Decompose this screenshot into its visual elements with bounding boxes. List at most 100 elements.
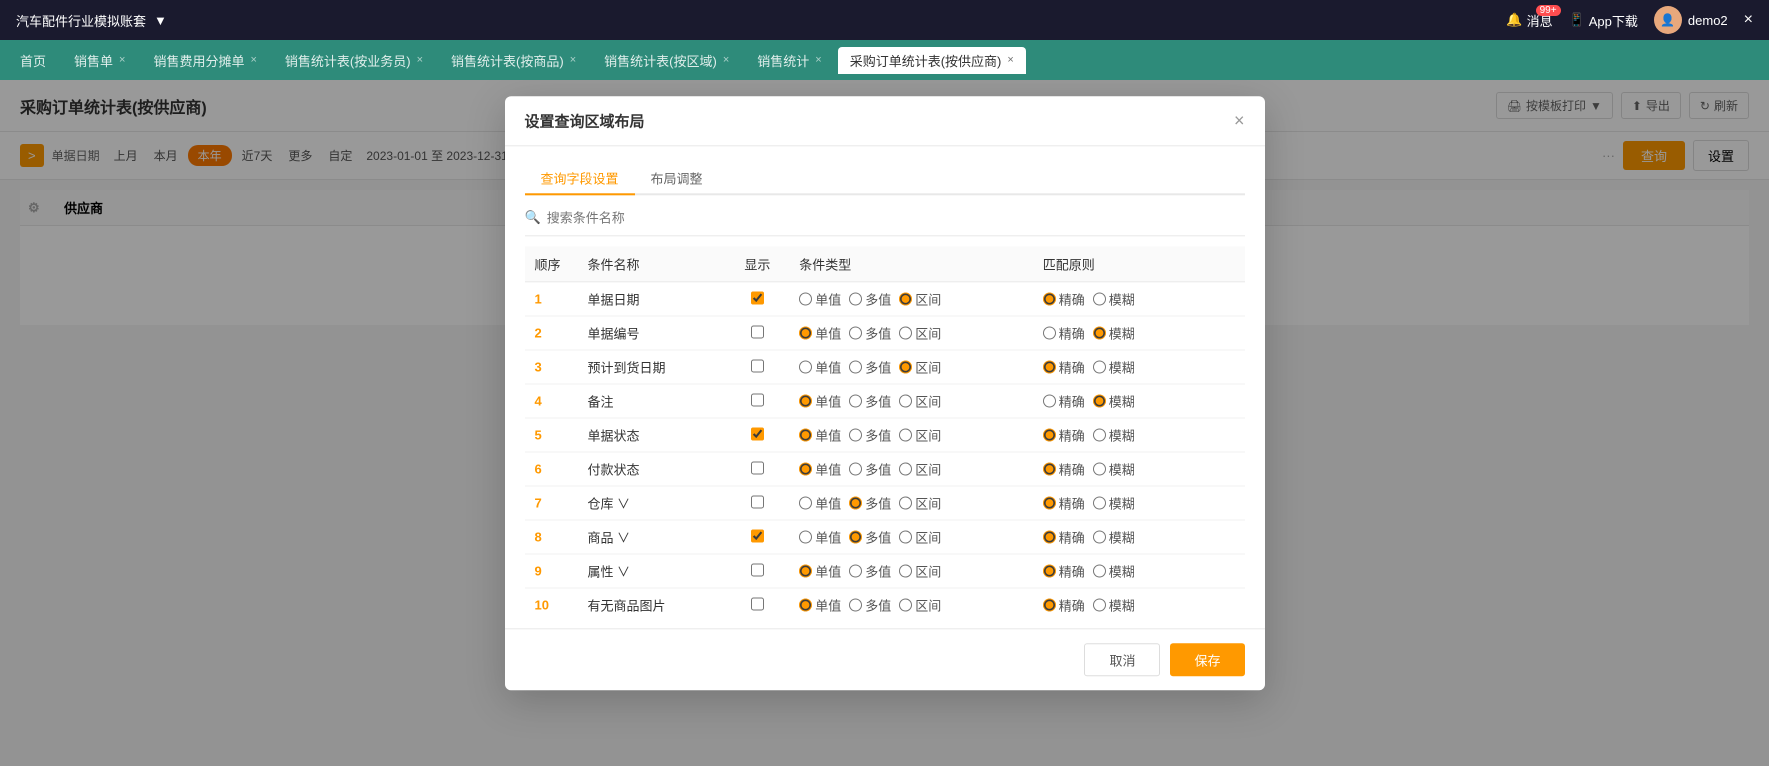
tab-purchase-order-stats[interactable]: 采购订单统计表(按供应商) ×: [838, 47, 1026, 74]
row-condition-name: 单据日期: [577, 282, 725, 316]
tab-close-4[interactable]: ×: [570, 54, 576, 66]
row-type-type_multi[interactable]: 多值: [849, 595, 891, 612]
notification-area[interactable]: 🔔 消息 99+: [1506, 11, 1552, 30]
tab-sales-order-close[interactable]: ×: [119, 54, 125, 66]
notification-badge-count: 99+: [1536, 5, 1561, 16]
row-type-type_single[interactable]: 单值: [799, 561, 841, 580]
row-type-type_single[interactable]: 单值: [799, 459, 841, 478]
row-show-checkbox[interactable]: [751, 495, 764, 508]
row-type-type_single[interactable]: 单值: [799, 493, 841, 512]
row-type-type_single[interactable]: 单值: [799, 323, 841, 342]
row-show-checkbox[interactable]: [751, 393, 764, 406]
row-match-match_exact[interactable]: 精确: [1043, 595, 1085, 612]
row-show-checkbox[interactable]: [751, 291, 764, 304]
tab-sales-stats-staff[interactable]: 销售统计表(按业务员) ×: [273, 47, 435, 74]
tab-home-label: 首页: [20, 51, 46, 70]
row-match-match_exact[interactable]: 精确: [1043, 391, 1085, 410]
tab-query-fields[interactable]: 查询字段设置: [525, 162, 635, 195]
row-type-type_multi[interactable]: 多值: [849, 357, 891, 376]
row-match-match_fuzzy[interactable]: 模糊: [1093, 493, 1135, 512]
row-type-type_range[interactable]: 区间: [899, 595, 941, 612]
row-type-type_multi[interactable]: 多值: [849, 527, 891, 546]
row-match-match_exact[interactable]: 精确: [1043, 493, 1085, 512]
row-match-match_fuzzy[interactable]: 模糊: [1093, 595, 1135, 612]
row-match-match_fuzzy[interactable]: 模糊: [1093, 391, 1135, 410]
row-type-type_range[interactable]: 区间: [899, 391, 941, 410]
row-show-checkbox[interactable]: [751, 563, 764, 576]
row-show-checkbox[interactable]: [751, 461, 764, 474]
row-match-match_exact[interactable]: 精确: [1043, 289, 1085, 308]
row-type-type_multi[interactable]: 多值: [849, 561, 891, 580]
row-type-type_range[interactable]: 区间: [899, 459, 941, 478]
tab-sales-order[interactable]: 销售单 ×: [62, 47, 137, 74]
row-show-checkbox[interactable]: [751, 325, 764, 338]
row-match-match_exact[interactable]: 精确: [1043, 561, 1085, 580]
download-icon: 📱: [1569, 12, 1585, 28]
row-match-match_fuzzy[interactable]: 模糊: [1093, 527, 1135, 546]
row-show-checkbox[interactable]: [751, 427, 764, 440]
row-show-checkbox[interactable]: [751, 597, 764, 610]
row-match-match_fuzzy[interactable]: 模糊: [1093, 425, 1135, 444]
row-type-type_multi[interactable]: 多值: [849, 493, 891, 512]
user-name: demo2: [1688, 13, 1728, 28]
row-type-type_single[interactable]: 单值: [799, 527, 841, 546]
app-dropdown-icon[interactable]: ▼: [154, 13, 167, 28]
app-download[interactable]: 📱 App下载: [1569, 11, 1638, 30]
tab-sales-expense-close[interactable]: ×: [250, 54, 256, 66]
modal-search-icon: 🔍: [525, 209, 541, 225]
row-match-match_fuzzy[interactable]: 模糊: [1093, 323, 1135, 342]
tab-sales-stats-product[interactable]: 销售统计表(按商品) ×: [439, 47, 588, 74]
row-type-type_range[interactable]: 区间: [899, 425, 941, 444]
tab-sales-stats[interactable]: 销售统计 ×: [745, 47, 833, 74]
tab-sales-stats-region[interactable]: 销售统计表(按区域) ×: [592, 47, 741, 74]
row-type-type_single[interactable]: 单值: [799, 595, 841, 612]
user-area[interactable]: 👤 demo2: [1654, 6, 1728, 34]
row-match-match_exact[interactable]: 精确: [1043, 323, 1085, 342]
row-type-type_range[interactable]: 区间: [899, 323, 941, 342]
modal-close-button[interactable]: ×: [1234, 110, 1245, 131]
row-match-match_exact[interactable]: 精确: [1043, 459, 1085, 478]
row-type-type_multi[interactable]: 多值: [849, 459, 891, 478]
row-match-match_exact[interactable]: 精确: [1043, 425, 1085, 444]
tab-close-7[interactable]: ×: [1007, 54, 1013, 66]
row-type-type_range[interactable]: 区间: [899, 561, 941, 580]
row-num: 5: [525, 418, 578, 452]
tab-layout-adjust[interactable]: 布局调整: [635, 162, 719, 195]
modal-search-input[interactable]: [547, 210, 1245, 225]
row-show-checkbox-cell: [726, 554, 790, 588]
row-match-cell: 精确模糊: [1033, 350, 1245, 384]
close-icon[interactable]: ×: [1744, 11, 1753, 29]
row-type-type_single[interactable]: 单值: [799, 289, 841, 308]
row-show-checkbox[interactable]: [751, 529, 764, 542]
row-match-match_exact[interactable]: 精确: [1043, 357, 1085, 376]
tab-close-5[interactable]: ×: [723, 54, 729, 66]
row-match-match_fuzzy[interactable]: 模糊: [1093, 561, 1135, 580]
row-match-match_exact[interactable]: 精确: [1043, 527, 1085, 546]
save-button[interactable]: 保存: [1170, 643, 1244, 676]
top-navbar-right: 🔔 消息 99+ 📱 App下载 👤 demo2 ×: [1506, 6, 1753, 34]
row-type-type_multi[interactable]: 多值: [849, 391, 891, 410]
row-type-type_range[interactable]: 区间: [899, 289, 941, 308]
row-show-checkbox[interactable]: [751, 359, 764, 372]
row-condition-name: 备注: [577, 384, 725, 418]
row-type-type_multi[interactable]: 多值: [849, 323, 891, 342]
row-type-type_range[interactable]: 区间: [899, 493, 941, 512]
row-match-match_fuzzy[interactable]: 模糊: [1093, 289, 1135, 308]
row-match-match_fuzzy[interactable]: 模糊: [1093, 459, 1135, 478]
cancel-button[interactable]: 取消: [1084, 643, 1160, 676]
tab-close-3[interactable]: ×: [417, 54, 423, 66]
row-match-match_fuzzy[interactable]: 模糊: [1093, 357, 1135, 376]
row-type-type_single[interactable]: 单值: [799, 357, 841, 376]
row-type-type_range[interactable]: 区间: [899, 357, 941, 376]
tab-close-6[interactable]: ×: [815, 54, 821, 66]
row-type-type_single[interactable]: 单值: [799, 391, 841, 410]
row-type-type_multi[interactable]: 多值: [849, 425, 891, 444]
row-type-type_single[interactable]: 单值: [799, 425, 841, 444]
tab-sales-expense[interactable]: 销售费用分摊单 ×: [141, 47, 268, 74]
modal-table-row: 6付款状态单值多值区间精确模糊: [525, 452, 1245, 486]
row-type-type_range[interactable]: 区间: [899, 527, 941, 546]
row-type-type_multi[interactable]: 多值: [849, 289, 891, 308]
row-num: 7: [525, 486, 578, 520]
row-match-radio-group: 精确模糊: [1043, 561, 1235, 580]
tab-home[interactable]: 首页: [8, 47, 58, 74]
